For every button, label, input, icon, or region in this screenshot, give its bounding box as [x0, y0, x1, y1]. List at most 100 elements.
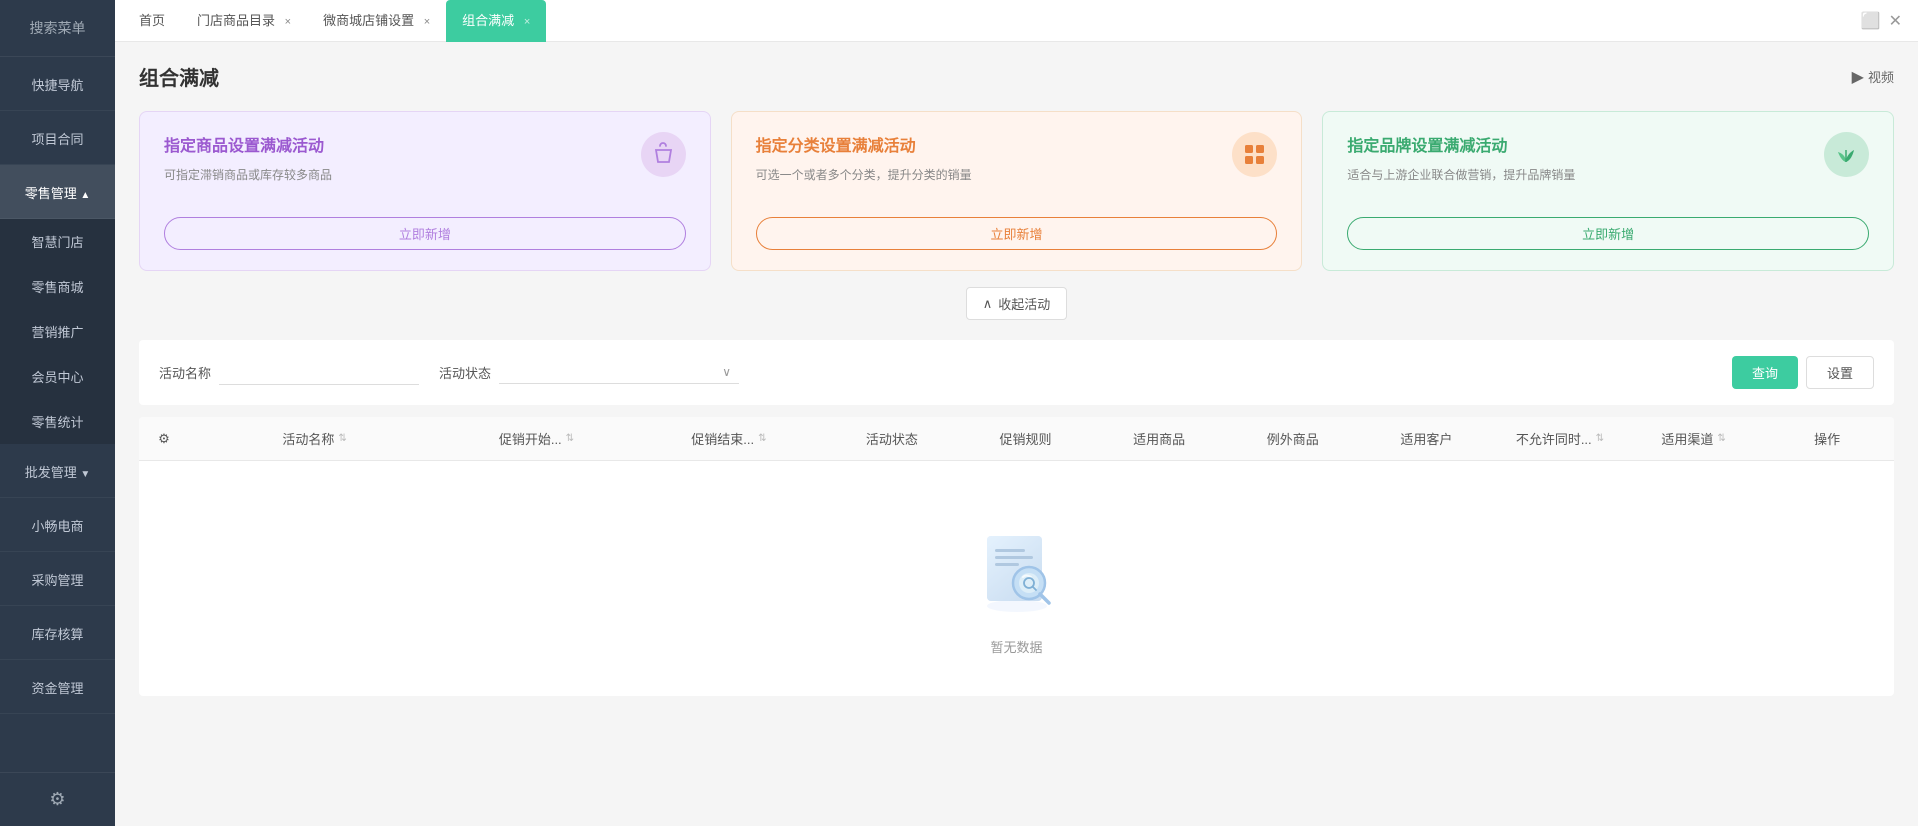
sidebar-header-label: 搜索菜单	[30, 20, 86, 36]
th-channel-label: 适用渠道	[1661, 429, 1713, 448]
th-gear[interactable]: ⚙	[139, 431, 189, 447]
card-product-desc: 可指定滞销商品或库存较多商品	[164, 166, 686, 201]
card-category-desc: 可选一个或者多个分类，提升分类的销量	[756, 166, 1278, 201]
tab-micro-shop-label: 微商城店铺设置	[323, 13, 414, 28]
activity-name-label: 活动名称	[159, 363, 211, 382]
sidebar-item-member-center[interactable]: 会员中心	[0, 354, 115, 399]
sort-icon-end: ⇅	[758, 433, 766, 444]
th-except: 例外商品	[1226, 429, 1360, 448]
activity-status-field: 活动状态 ∨	[439, 361, 739, 384]
settings-button[interactable]: 设置	[1806, 356, 1874, 389]
tab-bar: 首页 门店商品目录 × 微商城店铺设置 × 组合满减 × ⬜ ✕	[115, 0, 1918, 42]
sidebar-label-purchase: 采购管理	[31, 570, 83, 589]
grid-icon	[1232, 132, 1277, 186]
gear-column-icon: ⚙	[158, 431, 170, 447]
sidebar-search-menu[interactable]: 搜索菜单	[0, 0, 115, 57]
card-category-title: 指定分类设置满减活动	[756, 132, 1278, 156]
sidebar-item-smart-store[interactable]: 智慧门店	[0, 219, 115, 264]
sidebar-item-inventory-calc[interactable]: 库存核算	[0, 606, 115, 660]
sidebar-label-retail-management: 零售管理 ▲	[25, 183, 91, 202]
th-products-label: 适用商品	[1133, 429, 1185, 448]
card-brand-title: 指定品牌设置满减活动	[1347, 132, 1869, 156]
chevron-up-icon: ▲	[80, 190, 90, 201]
th-name[interactable]: 活动名称 ⇅	[189, 429, 440, 448]
chevron-down-icon: ▼	[80, 469, 90, 480]
th-products: 适用商品	[1092, 429, 1226, 448]
card-brand-discount: 指定品牌设置满减活动 适合与上游企业联合做营销，提升品牌销量 立即新增	[1322, 111, 1894, 271]
sidebar-item-quick-nav[interactable]: 快捷导航	[0, 57, 115, 111]
sidebar-item-project-contract[interactable]: 项目合同	[0, 111, 115, 165]
chevron-up-icon: ∧	[983, 296, 993, 312]
th-actions-label: 操作	[1814, 429, 1840, 448]
card-category-discount: 指定分类设置满减活动 可选一个或者多个分类，提升分类的销量 立即新增	[731, 111, 1303, 271]
th-status: 活动状态	[825, 429, 959, 448]
tab-combo-discount-close[interactable]: ×	[524, 16, 530, 28]
th-no-concurrent[interactable]: 不允许同时... ⇅	[1493, 429, 1627, 448]
sidebar-footer: ⚙	[0, 772, 115, 826]
sidebar-label-finance: 资金管理	[31, 678, 83, 697]
sort-icon-start: ⇅	[566, 433, 574, 444]
card-brand-desc: 适合与上游企业联合做营销，提升品牌销量	[1347, 166, 1869, 201]
th-actions: 操作	[1760, 429, 1894, 448]
empty-state: 暂无数据	[139, 461, 1894, 696]
sidebar-item-retail-management[interactable]: 零售管理 ▲	[0, 165, 115, 219]
tab-combo-discount-label: 组合满减	[462, 13, 514, 28]
table-header: ⚙ 活动名称 ⇅ 促销开始... ⇅ 促销结束... ⇅ 活动状态	[139, 417, 1894, 461]
collapse-button[interactable]: ∧ 收起活动	[966, 287, 1068, 320]
card-category-btn[interactable]: 立即新增	[756, 217, 1278, 250]
maximize-button[interactable]: ⬜	[1861, 11, 1881, 31]
card-brand-btn[interactable]: 立即新增	[1347, 217, 1869, 250]
sidebar-item-purchase-management[interactable]: 采购管理	[0, 552, 115, 606]
sidebar-item-wholesale-management[interactable]: 批发管理 ▼	[0, 444, 115, 498]
sidebar-item-small-ecommerce[interactable]: 小畅电商	[0, 498, 115, 552]
th-start-label: 促销开始...	[499, 429, 562, 448]
sidebar-item-retail-mall[interactable]: 零售商城	[0, 264, 115, 309]
search-bar: 活动名称 活动状态 ∨ 查询 设置	[139, 340, 1894, 405]
th-channel[interactable]: 适用渠道 ⇅	[1627, 429, 1761, 448]
chevron-down-icon: ∨	[722, 365, 731, 379]
tab-store-catalog[interactable]: 门店商品目录 ×	[181, 0, 307, 42]
th-start[interactable]: 促销开始... ⇅	[440, 429, 632, 448]
activity-name-input[interactable]	[219, 361, 419, 385]
th-end[interactable]: 促销结束... ⇅	[633, 429, 825, 448]
sidebar-label-wholesale: 批发管理 ▼	[25, 462, 91, 481]
video-link[interactable]: ▶ 视频	[1852, 67, 1894, 87]
tab-home[interactable]: 首页	[123, 0, 181, 42]
sidebar-label-retail-mall: 零售商城	[31, 280, 83, 295]
leaf-icon	[1824, 132, 1869, 186]
query-button[interactable]: 查询	[1732, 356, 1798, 389]
th-rule-label: 促销规则	[999, 429, 1051, 448]
sidebar-item-finance-management[interactable]: 资金管理	[0, 660, 115, 714]
th-except-label: 例外商品	[1267, 429, 1319, 448]
gear-icon[interactable]: ⚙	[49, 789, 65, 809]
sidebar-label-retail-stats: 零售统计	[31, 415, 83, 430]
tab-store-catalog-close[interactable]: ×	[285, 16, 291, 28]
collapse-bar: ∧ 收起活动	[139, 287, 1894, 320]
th-customers-label: 适用客户	[1400, 429, 1452, 448]
page-title: 组合满减	[139, 62, 219, 91]
th-status-label: 活动状态	[866, 429, 918, 448]
sidebar-item-retail-stats[interactable]: 零售统计	[0, 399, 115, 444]
tab-combo-discount[interactable]: 组合满减 ×	[446, 0, 546, 42]
sidebar-label-inventory: 库存核算	[31, 624, 83, 643]
th-name-label: 活动名称	[282, 429, 334, 448]
card-product-btn[interactable]: 立即新增	[164, 217, 686, 250]
th-customers: 适用客户	[1360, 429, 1494, 448]
tab-home-label: 首页	[139, 13, 165, 28]
sidebar-item-marketing[interactable]: 营销推广	[0, 309, 115, 354]
activity-status-select[interactable]: ∨	[499, 361, 739, 384]
sidebar-label-small-ecommerce: 小畅电商	[31, 516, 83, 535]
sort-icon-name: ⇅	[338, 433, 346, 444]
window-controls: ⬜ ✕	[1861, 11, 1910, 31]
tab-store-catalog-label: 门店商品目录	[197, 13, 275, 28]
tab-micro-shop-settings[interactable]: 微商城店铺设置 ×	[307, 0, 446, 42]
sidebar-label-quick-nav: 快捷导航	[31, 75, 83, 94]
collapse-label: 收起活动	[998, 294, 1050, 313]
activity-name-field: 活动名称	[159, 361, 419, 385]
close-button[interactable]: ✕	[1889, 11, 1902, 31]
sidebar-label-marketing: 营销推广	[31, 325, 83, 340]
card-product-discount: 指定商品设置满减活动 可指定滞销商品或库存较多商品 立即新增	[139, 111, 711, 271]
empty-illustration	[967, 521, 1067, 621]
tab-micro-shop-close[interactable]: ×	[424, 16, 430, 28]
activity-status-label: 活动状态	[439, 363, 491, 382]
